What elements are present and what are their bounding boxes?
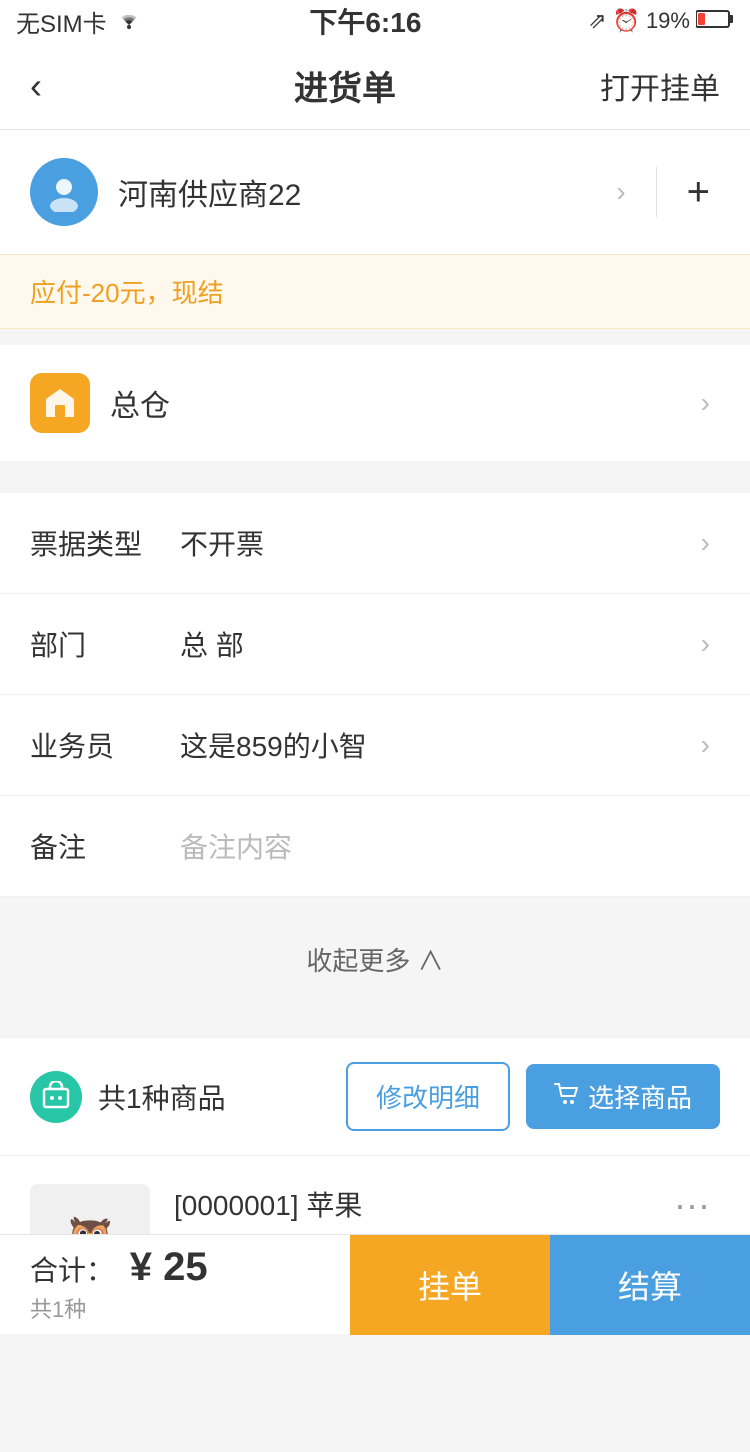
wifi-icon — [115, 7, 143, 36]
total-label: 合计： — [30, 1255, 114, 1286]
bottom-spacer — [0, 1332, 750, 1452]
gap2 — [0, 1006, 750, 1022]
warehouse-name: 总仓 — [110, 381, 701, 425]
hang-order-button[interactable]: 挂单 — [350, 1235, 550, 1335]
product-code: [0000001] — [174, 1190, 299, 1221]
open-hang-button[interactable]: 打开挂单 — [600, 64, 720, 108]
collapse-button[interactable]: 收起更多 ∧ — [0, 913, 750, 1006]
supplier-avatar — [30, 158, 98, 226]
warehouse-card: 总仓 › — [0, 345, 750, 461]
add-supplier-button[interactable]: + — [677, 160, 720, 225]
department-value: 总 部 — [180, 624, 701, 664]
battery-percent: 19% — [646, 8, 690, 34]
page-title: 进货单 — [294, 61, 396, 110]
alarm-icon: ⏰ — [613, 8, 640, 34]
more-options-button[interactable]: ··· — [664, 1184, 720, 1226]
form-card: 票据类型 不开票 › 部门 总 部 › 业务员 这是859的小智 › 备注 备注… — [0, 493, 750, 897]
warehouse-icon — [30, 373, 90, 433]
back-button[interactable]: ‹ — [30, 65, 90, 107]
total-count: 共1种 — [30, 1292, 320, 1324]
supplier-chevron-icon: › — [616, 176, 625, 208]
warehouse-chevron-icon: › — [701, 387, 710, 419]
product-name: [0000001] 苹果 — [174, 1184, 664, 1224]
status-left: 无SIM卡 — [16, 4, 143, 39]
supplier-row[interactable]: 河南供应商22 › + — [0, 130, 750, 254]
warehouse-row[interactable]: 总仓 › — [0, 345, 750, 461]
status-time: 下午6:16 — [309, 1, 421, 41]
salesman-label: 业务员 — [30, 725, 160, 765]
status-right: ⇗ ⏰ 19% — [588, 8, 734, 34]
invoice-type-row[interactable]: 票据类型 不开票 › — [0, 493, 750, 594]
invoice-type-value: 不开票 — [180, 523, 701, 563]
gap1 — [0, 477, 750, 493]
salesman-chevron-icon: › — [701, 729, 710, 761]
select-product-button[interactable]: 选择商品 — [526, 1064, 720, 1129]
product-count-icon — [30, 1071, 82, 1123]
product-count-text: 共1种商品 — [98, 1077, 346, 1117]
product-title: 苹果 — [306, 1190, 362, 1221]
settle-button[interactable]: 结算 — [550, 1235, 750, 1335]
department-label: 部门 — [30, 624, 160, 664]
status-bar: 无SIM卡 下午6:16 ⇗ ⏰ 19% — [0, 0, 750, 42]
battery-icon — [696, 8, 734, 34]
edit-detail-button[interactable]: 修改明细 — [346, 1062, 510, 1131]
invoice-type-label: 票据类型 — [30, 523, 160, 563]
salesman-row[interactable]: 业务员 这是859的小智 › — [0, 695, 750, 796]
notice-bar: 应付-20元，现结 — [0, 254, 750, 329]
product-header: 共1种商品 修改明细 选择商品 — [0, 1038, 750, 1156]
navigation-icon: ⇗ — [588, 8, 606, 34]
salesman-value: 这是859的小智 — [180, 725, 701, 765]
department-row[interactable]: 部门 总 部 › — [0, 594, 750, 695]
supplier-card: 河南供应商22 › + 应付-20元，现结 — [0, 130, 750, 329]
remark-row[interactable]: 备注 备注内容 — [0, 796, 750, 897]
remark-label: 备注 — [30, 826, 160, 866]
cart-icon — [554, 1081, 580, 1112]
invoice-type-chevron-icon: › — [701, 527, 710, 559]
bottom-bar: 合计： ¥ 25 共1种 挂单 结算 — [0, 1234, 750, 1334]
divider — [656, 167, 657, 217]
sim-text: 无SIM卡 — [16, 4, 107, 39]
supplier-name: 河南供应商22 — [118, 170, 616, 214]
nav-bar: ‹ 进货单 打开挂单 — [0, 42, 750, 130]
remark-value: 备注内容 — [180, 826, 720, 866]
total-line: 合计： ¥ 25 — [30, 1245, 320, 1290]
total-section: 合计： ¥ 25 共1种 — [0, 1245, 350, 1324]
department-chevron-icon: › — [701, 628, 710, 660]
select-product-label: 选择商品 — [588, 1078, 692, 1115]
total-amount: ¥ 25 — [130, 1245, 208, 1289]
